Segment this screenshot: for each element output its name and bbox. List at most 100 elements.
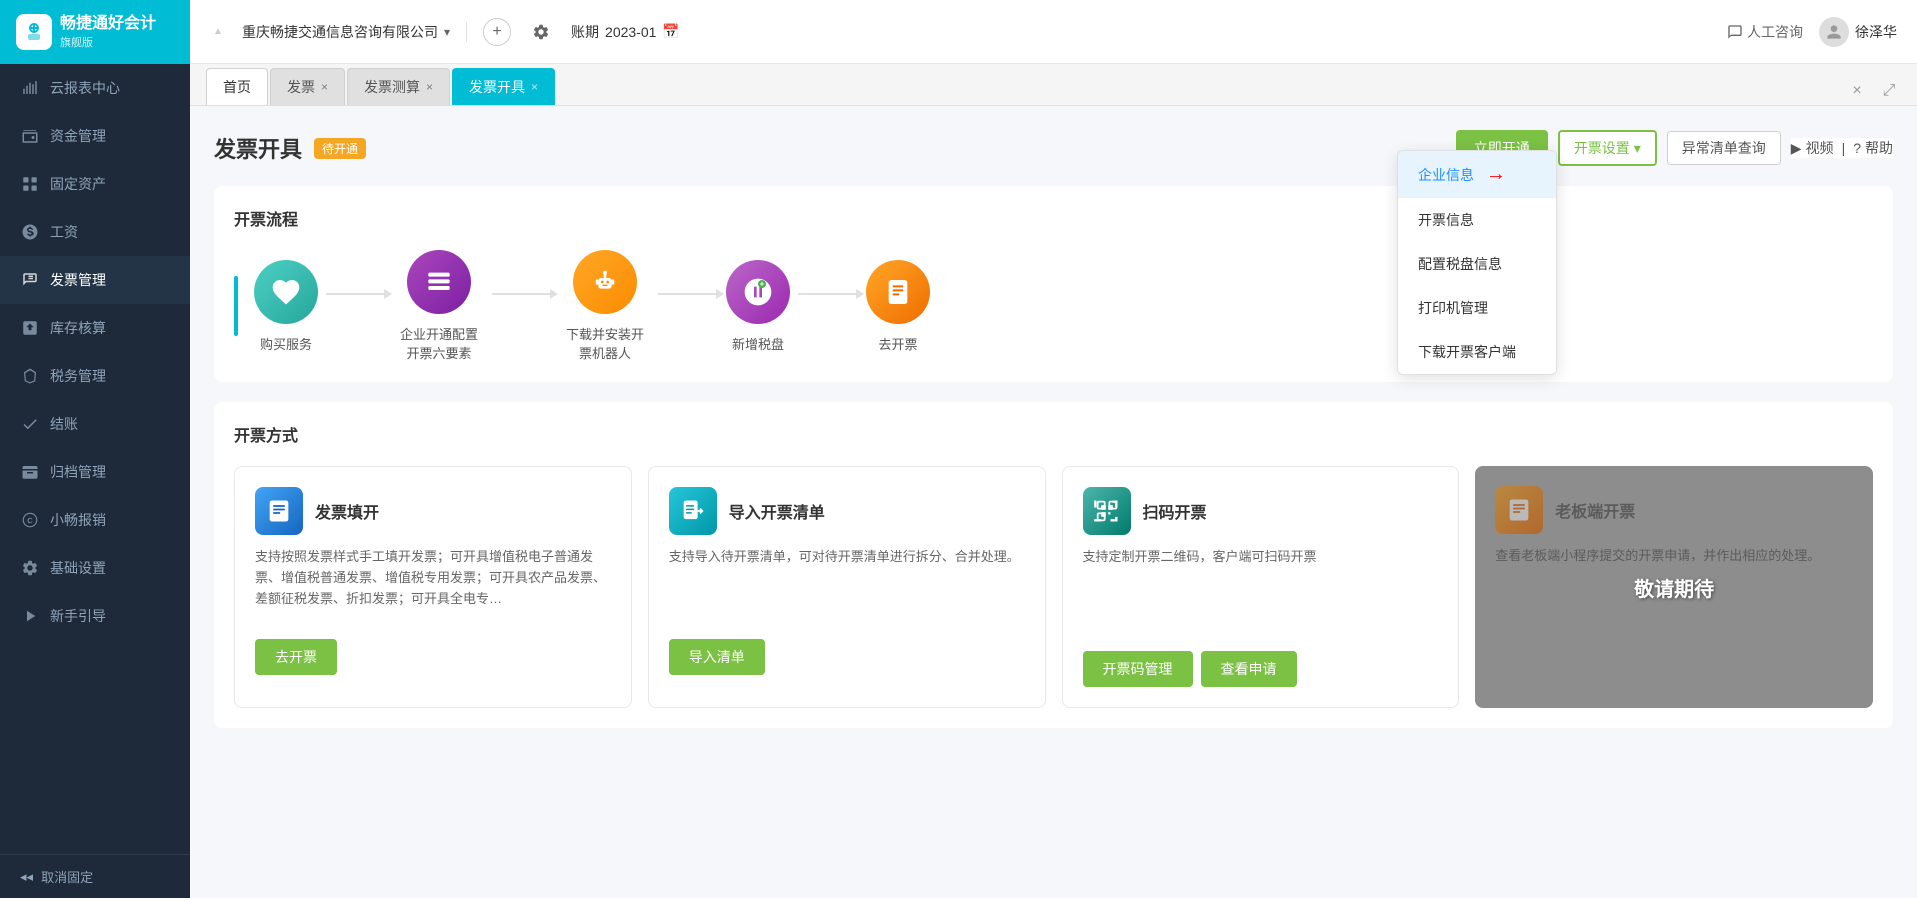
tab-fapiaocesuan[interactable]: 发票测算 ×: [347, 68, 450, 105]
scroll-up-btn[interactable]: ▲: [210, 26, 226, 37]
method-title: 导入开票清单: [729, 499, 825, 523]
sidebar-item-jichu[interactable]: 基础设置: [0, 544, 190, 592]
flow-step-2: 企业开通配置开票六要素: [394, 250, 484, 362]
sidebar-bottom-label: 取消固定: [41, 867, 93, 886]
company-name: 重庆畅捷交通信息咨询有限公司: [242, 22, 438, 42]
consult-button[interactable]: 人工咨询: [1727, 22, 1803, 42]
sidebar-item-guidang[interactable]: 归档管理: [0, 448, 190, 496]
methods-section-title: 开票方式: [234, 422, 1873, 446]
consult-label: 人工咨询: [1747, 22, 1803, 42]
user-info[interactable]: 徐泽华: [1819, 17, 1897, 47]
import-list-button[interactable]: 导入清单: [669, 639, 765, 675]
close-window-button[interactable]: ×: [1845, 79, 1869, 103]
exception-button[interactable]: 异常清单查询: [1667, 131, 1781, 165]
flow-section-title: 开票流程: [234, 206, 1873, 230]
sidebar-item-zijin[interactable]: 资金管理: [0, 112, 190, 160]
sidebar-item-label: 基础设置: [50, 558, 106, 578]
method-desc: 支持按照发票样式手工填开发票；可开具增值税电子普通发票、增值税普通发票、增值税专…: [255, 547, 611, 627]
sidebar-item-xinshou[interactable]: 新手引导: [0, 592, 190, 640]
view-apply-button[interactable]: 查看申请: [1201, 651, 1297, 687]
flow-step-3-label: 下载并安装开票机器人: [560, 324, 650, 362]
chart-icon: [20, 78, 40, 98]
logo-text-block: 畅捷通好会计 旗舰版: [60, 14, 156, 49]
sidebar-item-gudingzichan[interactable]: 固定资产: [0, 160, 190, 208]
list-icon: [407, 250, 471, 314]
settle-icon: [20, 414, 40, 434]
tab-fapiaokaiiu[interactable]: 发票开具 ×: [452, 68, 555, 105]
sidebar-bottom-action[interactable]: ◂◂ 取消固定: [0, 854, 190, 898]
robot-icon: [573, 250, 637, 314]
settings-button[interactable]: 开票设置 ▾: [1558, 130, 1657, 166]
method-desc: 支持导入待开票清单，可对待开票清单进行拆分、合并处理。: [669, 547, 1025, 627]
method-card-header: 扫码开票: [1083, 487, 1439, 535]
method-title: 发票填开: [315, 499, 379, 523]
qrcode-manage-button[interactable]: 开票码管理: [1083, 651, 1193, 687]
sidebar-item-yunbao[interactable]: 云报表中心: [0, 64, 190, 112]
play-icon: ▶: [1791, 140, 1802, 157]
dropdown-company-info[interactable]: 企业信息 →: [1398, 151, 1556, 198]
overlay-text: 敬请期待: [1634, 573, 1714, 602]
sidebar-item-gongzi[interactable]: 工资: [0, 208, 190, 256]
logo-title: 畅捷通好会计: [60, 14, 156, 33]
boss-overlay: 敬请期待: [1475, 466, 1873, 708]
logo-subtitle: 旗舰版: [60, 34, 156, 50]
flow-vertical-bar: [234, 276, 238, 336]
sidebar-item-jiezhang[interactable]: 结账: [0, 400, 190, 448]
flow-step-2-label: 企业开通配置开票六要素: [394, 324, 484, 362]
sidebar-item-shuiwu[interactable]: 税务管理: [0, 352, 190, 400]
video-button[interactable]: ▶ 视频 | ? 帮助: [1791, 138, 1893, 158]
calendar-icon[interactable]: 📅: [662, 23, 679, 40]
guide-icon: [20, 606, 40, 626]
sidebar-item-xiaobaoxiao[interactable]: C 小畅报销: [0, 496, 190, 544]
company-selector[interactable]: 重庆畅捷交通信息咨询有限公司 ▾: [242, 22, 450, 42]
tab-fapiao[interactable]: 发票 ×: [270, 68, 345, 105]
add-company-button[interactable]: +: [483, 18, 511, 46]
close-tab-icon[interactable]: ×: [531, 80, 538, 94]
topbar-right: 人工咨询 徐泽华: [1727, 17, 1897, 47]
account-period: 账期 2023-01 📅: [571, 22, 680, 42]
tax-disk-icon: +: [726, 260, 790, 324]
dropdown-invoice-info[interactable]: 开票信息: [1398, 198, 1556, 242]
logo: 畅捷通好会计 旗舰版: [0, 0, 190, 64]
dropdown-download-client[interactable]: 下载开票客户端: [1398, 330, 1556, 374]
settings-gear-icon[interactable]: [527, 18, 555, 46]
dropdown-tax-config[interactable]: 配置税盘信息: [1398, 242, 1556, 286]
heart-icon: [254, 260, 318, 324]
wallet-icon: [20, 126, 40, 146]
sidebar: 畅捷通好会计 旗舰版 云报表中心 资金管理: [0, 0, 190, 898]
close-tab-icon[interactable]: ×: [426, 80, 433, 94]
flow-step-1-label: 购买服务: [260, 334, 312, 353]
close-tab-icon[interactable]: ×: [321, 80, 328, 94]
video-label: 视频: [1806, 138, 1834, 158]
expense-icon: C: [20, 510, 40, 530]
tab-right-actions: × ⤢: [1845, 79, 1901, 105]
dropdown-item-label: 配置税盘信息: [1418, 256, 1502, 272]
flow-steps-container: 购买服务: [234, 250, 1873, 362]
svg-text:+: +: [760, 279, 765, 288]
method-title: 扫码开票: [1143, 499, 1207, 523]
maximize-button[interactable]: ⤢: [1877, 79, 1901, 103]
flow-connector: [790, 293, 866, 295]
invoice-icon: [20, 270, 40, 290]
chevron-down-icon: ▾: [444, 25, 450, 39]
period-label: 账期: [571, 22, 599, 42]
flow-connector: [650, 293, 726, 295]
divider: [466, 22, 467, 42]
tab-home[interactable]: 首页: [206, 68, 268, 105]
pin-icon: ◂◂: [20, 869, 33, 885]
methods-section: 开票方式: [214, 402, 1893, 728]
flow-connector: [484, 293, 560, 295]
method-card-fill: 发票填开 支持按照发票样式手工填开发票；可开具增值税电子普通发票、增值税普通发票…: [234, 466, 632, 708]
sidebar-item-fapiao[interactable]: 发票管理: [0, 256, 190, 304]
fill-invoice-button[interactable]: 去开票: [255, 639, 337, 675]
invoice2-icon: [866, 260, 930, 324]
flow-step-5-label: 去开票: [878, 334, 917, 353]
dropdown-printer[interactable]: 打印机管理: [1398, 286, 1556, 330]
sidebar-item-kucun[interactable]: 库存核算: [0, 304, 190, 352]
logo-icon: [16, 14, 52, 50]
red-arrow-icon: →: [1486, 163, 1506, 186]
topbar: ▲ 重庆畅捷交通信息咨询有限公司 ▾ + 账期 2023-01 📅 人工咨询: [190, 0, 1917, 64]
flow-step-5: 去开票: [866, 260, 930, 353]
tab-label: 首页: [223, 77, 251, 97]
sidebar-item-label: 库存核算: [50, 318, 106, 338]
